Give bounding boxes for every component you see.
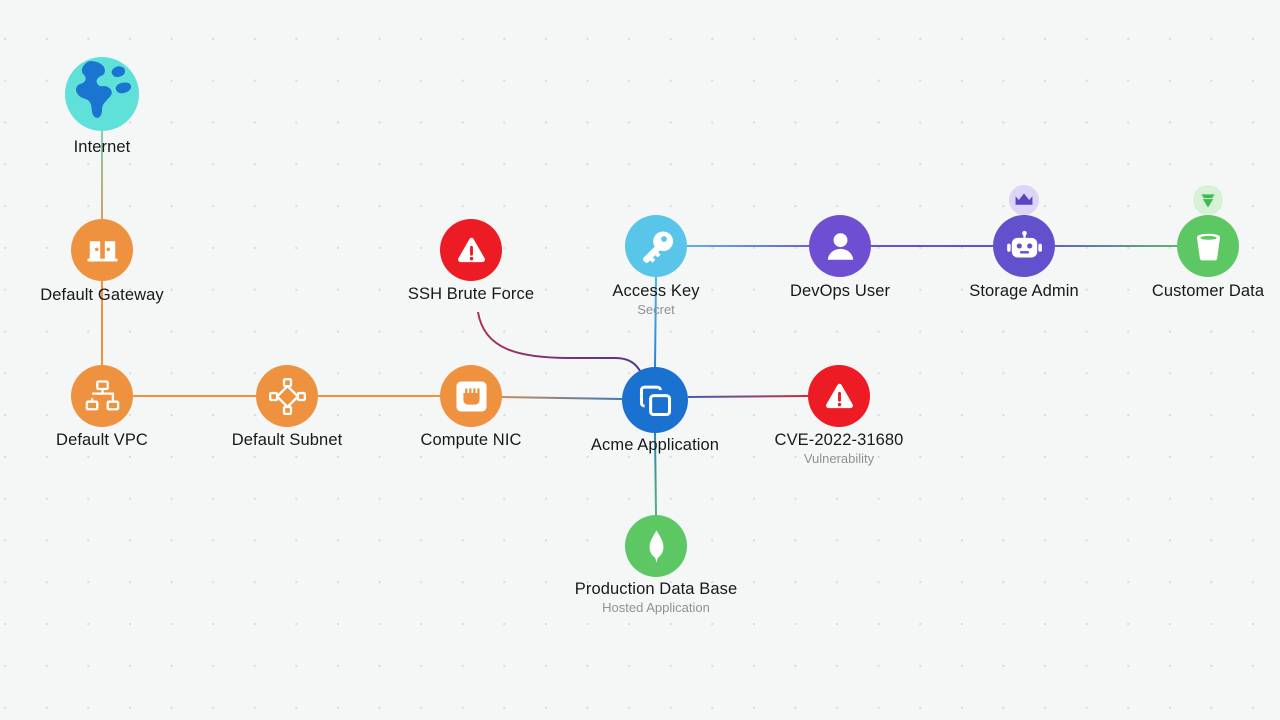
graph-node-default-gateway[interactable]: Default Gateway — [40, 219, 164, 304]
robot-icon — [1006, 228, 1043, 265]
storage-bucket-icon — [1190, 228, 1227, 265]
graph-node-acme-application[interactable]: Acme Application — [591, 367, 719, 454]
node-avatar-compute-nic[interactable] — [440, 365, 502, 427]
subnet-ring-icon — [268, 377, 306, 415]
node-sublabel-production-data-base: Hosted Application — [602, 600, 710, 615]
graph-node-access-key[interactable]: Access Key Secret — [612, 215, 700, 317]
node-avatar-default-gateway[interactable] — [71, 219, 133, 281]
node-avatar-devops-user[interactable] — [809, 215, 871, 277]
node-avatar-storage-admin[interactable] — [993, 185, 1055, 277]
warning-triangle-icon — [453, 232, 490, 269]
user-icon — [822, 228, 859, 265]
application-layers-icon — [636, 381, 675, 420]
node-avatar-ssh-brute-force[interactable] — [440, 219, 502, 281]
graph-canvas[interactable]: Internet Default Gateway Default VPC Def… — [0, 0, 1280, 720]
graph-edge-nic-to-application[interactable] — [501, 396, 623, 400]
node-avatar-customer-data[interactable] — [1177, 185, 1239, 277]
node-label-storage-admin: Storage Admin — [969, 282, 1079, 300]
node-sublabel-access-key: Secret — [637, 302, 675, 317]
crown-badge-icon — [1009, 185, 1039, 215]
node-avatar-default-subnet[interactable] — [256, 365, 318, 427]
graph-node-production-data-base[interactable]: Production Data Base Hosted Application — [575, 515, 737, 615]
node-label-production-data-base: Production Data Base — [574, 580, 738, 598]
key-icon — [638, 228, 675, 265]
globe-icon — [65, 57, 139, 131]
node-avatar-production-data-base[interactable] — [625, 515, 687, 577]
graph-node-customer-data[interactable]: Customer Data — [1152, 185, 1264, 300]
node-avatar-cve-2022-31680[interactable] — [808, 365, 870, 427]
node-label-internet: Internet — [73, 138, 131, 156]
node-label-ssh-brute-force: SSH Brute Force — [407, 285, 535, 303]
node-avatar-access-key[interactable] — [625, 215, 687, 277]
graph-edge-application-to-cve[interactable] — [687, 395, 809, 398]
node-label-default-gateway: Default Gateway — [40, 286, 164, 304]
gateway-icon — [84, 232, 121, 269]
node-avatar-acme-application[interactable] — [622, 367, 688, 433]
node-label-customer-data: Customer Data — [1151, 282, 1265, 300]
node-label-acme-application: Acme Application — [590, 436, 720, 454]
node-label-default-vpc: Default VPC — [56, 431, 148, 449]
graph-node-ssh-brute-force[interactable]: SSH Brute Force — [408, 219, 534, 303]
node-label-cve-2022-31680: CVE-2022-31680 — [774, 431, 904, 449]
node-sublabel-cve-2022-31680: Vulnerability — [803, 451, 875, 466]
vpc-network-icon — [84, 378, 121, 415]
node-avatar-default-vpc[interactable] — [71, 365, 133, 427]
graph-node-cve-2022-31680[interactable]: CVE-2022-31680 Vulnerability — [775, 365, 903, 466]
graph-node-default-subnet[interactable]: Default Subnet — [232, 365, 342, 449]
node-avatar-internet[interactable] — [65, 57, 139, 131]
graph-node-storage-admin[interactable]: Storage Admin — [969, 185, 1079, 300]
ethernet-port-icon — [453, 378, 490, 415]
warning-triangle-icon — [821, 378, 858, 415]
graph-node-compute-nic[interactable]: Compute NIC — [420, 365, 521, 449]
graph-node-default-vpc[interactable]: Default VPC — [56, 365, 148, 449]
graph-node-internet[interactable]: Internet — [65, 57, 139, 156]
node-label-devops-user: DevOps User — [789, 282, 891, 300]
node-label-default-subnet: Default Subnet — [231, 431, 343, 449]
graph-node-devops-user[interactable]: DevOps User — [790, 215, 890, 300]
mongodb-leaf-icon — [638, 528, 675, 565]
node-label-access-key: Access Key — [612, 282, 700, 300]
node-label-compute-nic: Compute NIC — [420, 431, 522, 449]
gem-badge-icon — [1193, 185, 1223, 215]
